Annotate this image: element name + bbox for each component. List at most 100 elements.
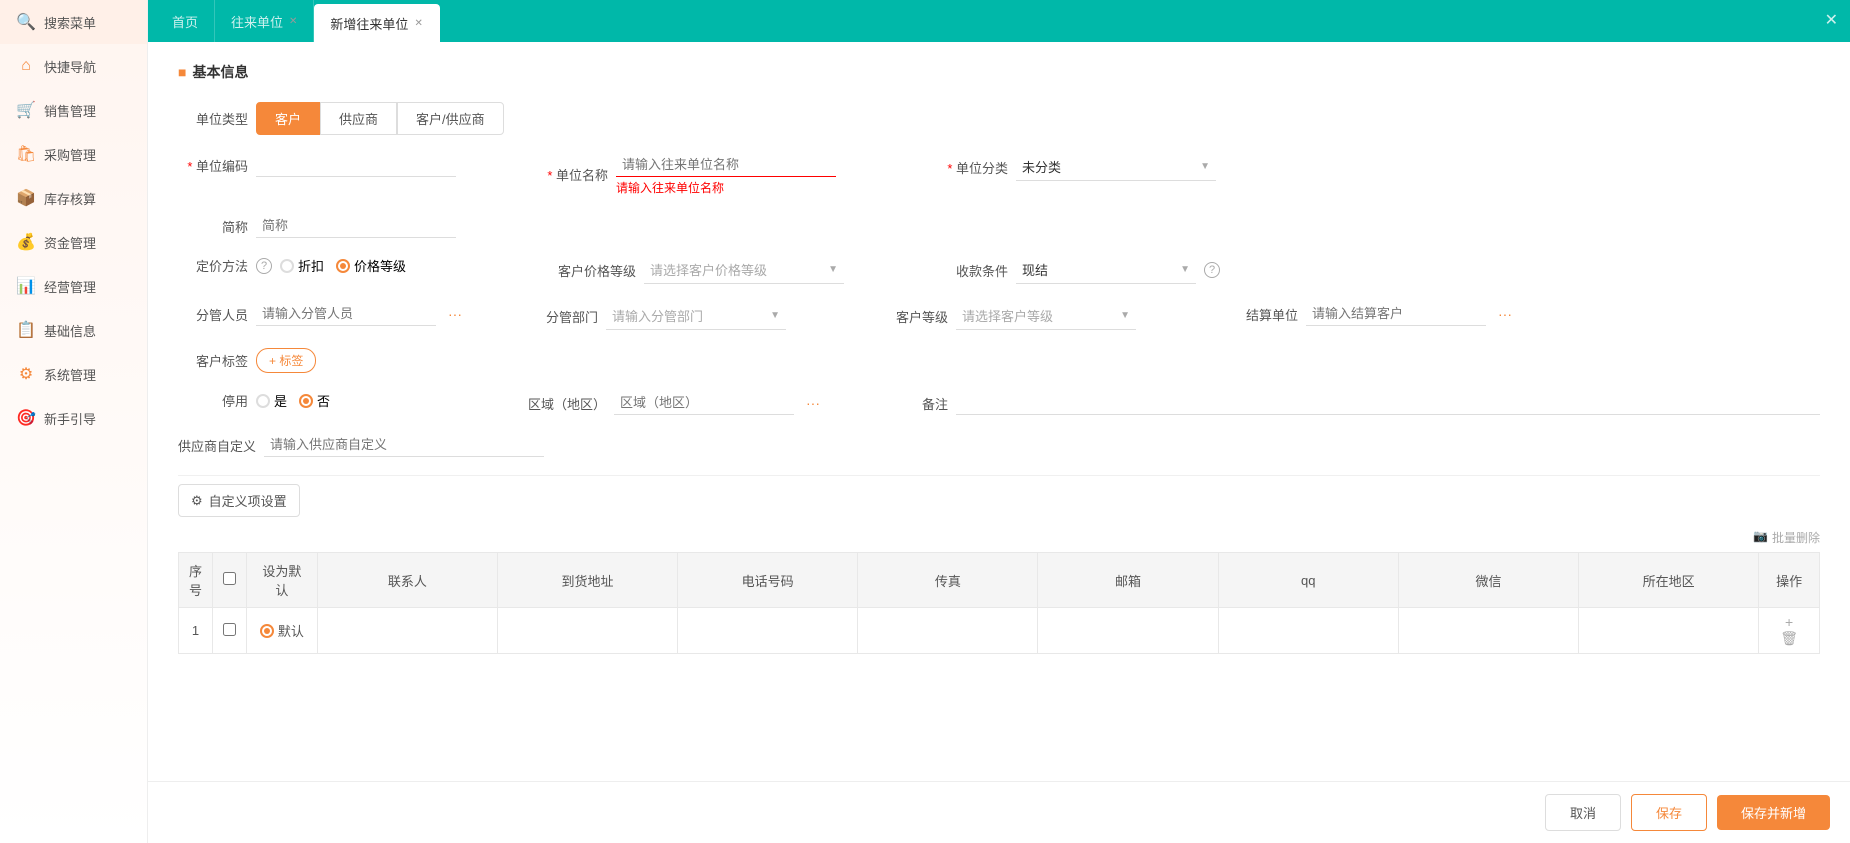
- content-area: ■ 基本信息 单位类型 客户 供应商 客户/供应商 单位编码 000009 单位…: [148, 42, 1850, 781]
- tab-new-partner-close[interactable]: ✕: [414, 18, 422, 29]
- manager-group: 分管人员 ···: [178, 302, 528, 326]
- unit-name-input[interactable]: [616, 153, 836, 177]
- department-placeholder: 请输入分管部门: [612, 306, 703, 325]
- tab-home[interactable]: 首页: [156, 0, 215, 42]
- custom-settings-button[interactable]: ⚙ 自定义项设置: [178, 484, 300, 517]
- disabled-row: 停用 是 否 区域（地区） ··· 备注: [178, 391, 1820, 415]
- region-label: 区域（地区）: [528, 394, 606, 413]
- settlement-more-btn[interactable]: ···: [1494, 306, 1516, 322]
- unit-category-select[interactable]: 未分类 ▼: [1016, 153, 1216, 181]
- row-delete-btn[interactable]: 🗑: [1777, 630, 1801, 647]
- sidebar-item-basic[interactable]: 📋 基础信息: [0, 308, 147, 352]
- remarks-input[interactable]: [956, 391, 1820, 415]
- remarks-label: 备注: [878, 394, 948, 413]
- row-fax-input[interactable]: [868, 623, 1027, 638]
- supplier-custom-input[interactable]: [264, 433, 544, 457]
- pricing-radio-group: 折扣 价格等级: [280, 256, 406, 275]
- tab-bar: 首页 往来单位 ✕ 新增往来单位 ✕ ✕: [148, 0, 1850, 42]
- customer-level-group: 客户等级 请选择客户等级 ▼: [878, 302, 1228, 330]
- disabled-no-radio[interactable]: 否: [299, 391, 330, 410]
- sidebar-label-system: 系统管理: [44, 365, 96, 384]
- system-icon: ⚙: [16, 364, 36, 384]
- disabled-yes-radio[interactable]: 是: [256, 391, 287, 410]
- pricing-radio-discount[interactable]: 折扣: [280, 256, 324, 275]
- sidebar-item-sales[interactable]: 🛒 销售管理: [0, 88, 147, 132]
- sidebar-item-operations[interactable]: 📊 经营管理: [0, 264, 147, 308]
- customer-price-select[interactable]: 请选择客户价格等级 ▼: [644, 256, 844, 284]
- sidebar-item-inventory[interactable]: 📦 库存核算: [0, 176, 147, 220]
- manager-more-btn[interactable]: ···: [444, 306, 466, 322]
- tab-partner[interactable]: 往来单位 ✕: [215, 0, 314, 42]
- add-tag-button[interactable]: + 标签: [256, 348, 316, 373]
- unit-type-supplier-btn[interactable]: 供应商: [320, 102, 397, 135]
- col-fax: 传真: [858, 553, 1038, 608]
- row-phone-input[interactable]: [688, 623, 847, 638]
- pricing-level-label: 价格等级: [354, 256, 406, 275]
- row-region-input[interactable]: [1589, 623, 1748, 638]
- pricing-radio-level[interactable]: 价格等级: [336, 256, 406, 275]
- customer-level-label: 客户等级: [878, 307, 948, 326]
- abbr-row: 简称: [178, 214, 1820, 238]
- region-input[interactable]: [614, 391, 794, 415]
- select-all-checkbox[interactable]: [223, 572, 236, 585]
- unit-type-customer-btn[interactable]: 客户: [256, 102, 320, 135]
- window-close-button[interactable]: ✕: [1825, 13, 1838, 29]
- department-select[interactable]: 请输入分管部门 ▼: [606, 302, 786, 330]
- pricing-help-icon[interactable]: ?: [256, 258, 272, 274]
- unit-type-both-btn[interactable]: 客户/供应商: [397, 102, 504, 135]
- manager-input[interactable]: [256, 302, 436, 326]
- unit-category-group: 单位分类 未分类 ▼: [938, 153, 1820, 181]
- sidebar-label-basic: 基础信息: [44, 321, 96, 340]
- row-email: [1038, 608, 1218, 654]
- sidebar-item-finance[interactable]: 💰 资金管理: [0, 220, 147, 264]
- abbr-input[interactable]: [256, 214, 456, 238]
- section-header: ■ 基本信息: [178, 62, 1820, 82]
- sidebar-item-newbie[interactable]: 🎯 新手引导: [0, 396, 147, 440]
- tag-group: 客户标签 + 标签: [178, 348, 1820, 373]
- row-default-radio[interactable]: 默认: [260, 621, 304, 640]
- save-button[interactable]: 保存: [1631, 794, 1707, 831]
- tab-new-partner-label: 新增往来单位: [330, 14, 408, 33]
- payment-terms-help-icon[interactable]: ?: [1204, 262, 1220, 278]
- unit-code-input[interactable]: 000009: [256, 153, 456, 177]
- customer-price-chevron: ▼: [828, 264, 838, 275]
- unit-type-row: 单位类型 客户 供应商 客户/供应商: [178, 102, 1820, 135]
- save-and-new-button[interactable]: 保存并新增: [1717, 795, 1830, 830]
- row-wechat-input[interactable]: [1409, 623, 1568, 638]
- sidebar-label-purchase: 采购管理: [44, 145, 96, 164]
- settlement-label: 结算单位: [1228, 305, 1298, 324]
- row-checkbox-input[interactable]: [223, 623, 236, 636]
- pricing-method-label: 定价方法: [178, 256, 248, 275]
- col-email: 邮箱: [1038, 553, 1218, 608]
- col-region: 所在地区: [1579, 553, 1759, 608]
- row-add-btn[interactable]: +: [1782, 614, 1796, 630]
- col-contact: 联系人: [317, 553, 497, 608]
- cancel-button[interactable]: 取消: [1545, 794, 1621, 831]
- unit-name-error: 请输入往来单位名称: [616, 179, 836, 196]
- row-address-input[interactable]: [508, 623, 667, 638]
- sidebar-label-inventory: 库存核算: [44, 189, 96, 208]
- col-seq: 序号: [179, 553, 213, 608]
- batch-delete-label[interactable]: 批量删除: [1772, 529, 1820, 546]
- row-phone: [678, 608, 858, 654]
- tag-label: 客户标签: [178, 351, 248, 370]
- settlement-input[interactable]: [1306, 302, 1486, 326]
- sidebar-item-quicknav[interactable]: ⌂ 快捷导航: [0, 44, 147, 88]
- customer-level-select[interactable]: 请选择客户等级 ▼: [956, 302, 1136, 330]
- row-checkbox: [213, 608, 247, 654]
- row-qq-input[interactable]: [1229, 623, 1388, 638]
- region-more-btn[interactable]: ···: [802, 395, 824, 411]
- unit-type-group: 单位类型 客户 供应商 客户/供应商: [178, 102, 1820, 135]
- row-email-input[interactable]: [1048, 623, 1207, 638]
- customer-price-label: 客户价格等级: [558, 261, 636, 280]
- sales-icon: 🛒: [16, 100, 36, 120]
- sidebar-item-purchase[interactable]: 🛍 采购管理: [0, 132, 147, 176]
- table-row: 1 默认: [179, 608, 1820, 654]
- customer-level-chevron: ▼: [1120, 310, 1130, 321]
- tab-partner-close[interactable]: ✕: [289, 16, 297, 27]
- payment-terms-select[interactable]: 现结 ▼: [1016, 256, 1196, 284]
- sidebar-item-system[interactable]: ⚙ 系统管理: [0, 352, 147, 396]
- row-contact-input[interactable]: [328, 623, 487, 638]
- tab-new-partner[interactable]: 新增往来单位 ✕: [314, 4, 439, 42]
- sidebar-item-search[interactable]: 🔍 搜索菜单: [0, 0, 147, 44]
